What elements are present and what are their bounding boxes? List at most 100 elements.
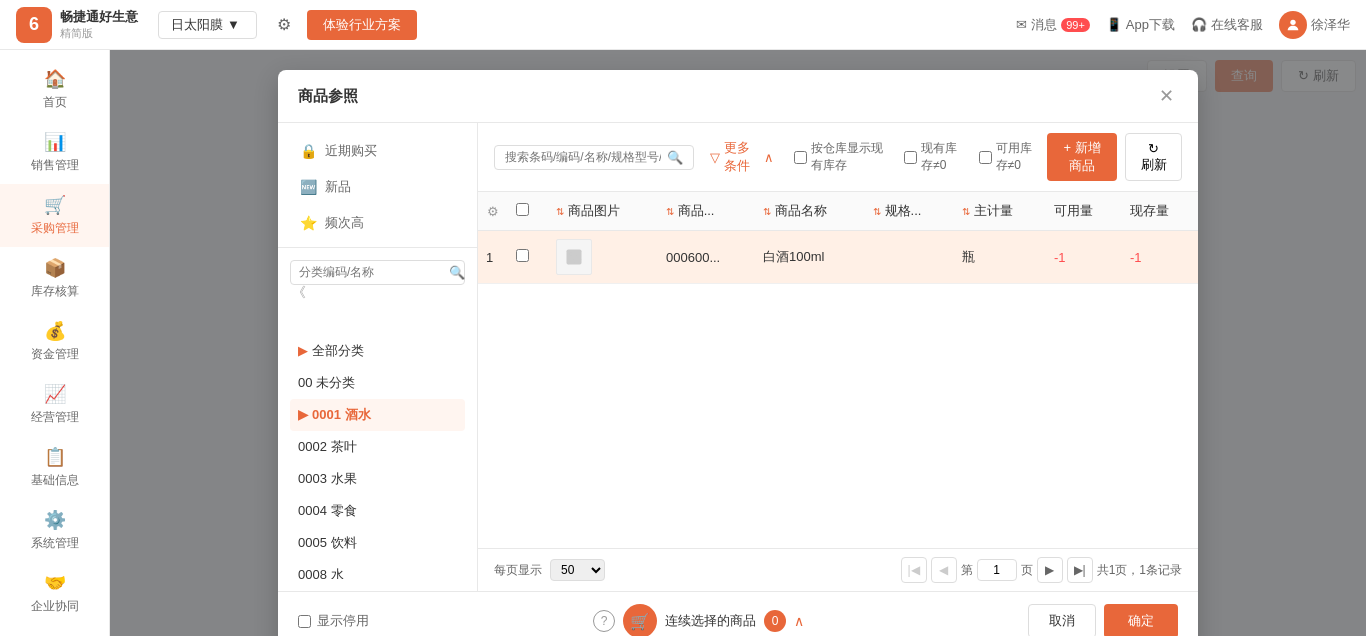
spec-column-header[interactable]: ⇅ 规格... bbox=[865, 192, 954, 231]
category-water[interactable]: 0008 水 bbox=[290, 559, 465, 579]
modal-right-panel: 🔍 ▽ 更多条件 ∧ 按仓库显示现有库存 bbox=[478, 123, 1198, 591]
quick-btn-new[interactable]: 🆕 新品 bbox=[290, 171, 465, 203]
checkbox-nonzero-input[interactable] bbox=[904, 151, 917, 164]
checkbox-warehouse-input[interactable] bbox=[794, 151, 807, 164]
category-search-input[interactable] bbox=[299, 265, 449, 279]
checkbox-available-stock[interactable]: 可用库存≠0 bbox=[979, 140, 1040, 174]
basic-icon: 📋 bbox=[44, 446, 66, 468]
quick-btn-recent-label: 近期购买 bbox=[325, 142, 377, 160]
sidebar-item-enterprise[interactable]: 🤝 企业协同 bbox=[0, 562, 109, 625]
sidebar-label-basic: 基础信息 bbox=[31, 472, 79, 489]
modal-title: 商品参照 bbox=[298, 87, 358, 106]
confirm-button[interactable]: 确定 bbox=[1104, 604, 1178, 636]
main-layout: 🏠 首页 📊 销售管理 🛒 采购管理 📦 库存核算 💰 资金管理 📈 经营管理 … bbox=[0, 50, 1366, 636]
logo-area: 6 畅捷通好生意 精简版 bbox=[16, 7, 138, 43]
quick-btns-group: 🔒 近期购买 🆕 新品 ⭐ 频次高 bbox=[278, 135, 477, 239]
online-service-label: 在线客服 bbox=[1211, 16, 1263, 34]
category-beverage[interactable]: 0005 饮料 bbox=[290, 527, 465, 559]
show-disabled-label[interactable]: 显示停用 bbox=[298, 612, 369, 630]
img-column-header[interactable]: ⇅ 商品图片 bbox=[548, 192, 658, 231]
checkbox-nonzero-stock[interactable]: 现有库存≠0 bbox=[904, 140, 965, 174]
sidebar-item-business[interactable]: 📈 经营管理 bbox=[0, 373, 109, 436]
help-icon[interactable]: ? bbox=[593, 610, 615, 632]
app-download-label: App下载 bbox=[1126, 16, 1175, 34]
row-checkbox[interactable] bbox=[516, 249, 529, 262]
refresh-button[interactable]: ↻ 刷新 bbox=[1125, 133, 1182, 181]
available-column-header[interactable]: 可用量 bbox=[1046, 192, 1122, 231]
checkbox-nonzero-label: 现有库存≠0 bbox=[921, 140, 965, 174]
checkbox-warehouse-stock[interactable]: 按仓库显示现有库存 bbox=[794, 140, 891, 174]
top-nav: 6 畅捷通好生意 精简版 日太阳膜 ▼ ⚙ 体验行业方案 ✉ 消息 99+ 📱 … bbox=[0, 0, 1366, 50]
category-tea[interactable]: 0002 茶叶 bbox=[290, 431, 465, 463]
checkbox-column-header[interactable] bbox=[508, 192, 548, 231]
sidebar-item-finance[interactable]: 💰 资金管理 bbox=[0, 310, 109, 373]
category-search-box[interactable]: 🔍 bbox=[290, 260, 465, 285]
checkbox-available-label: 可用库存≠0 bbox=[996, 140, 1040, 174]
gear-column-header[interactable]: ⚙ bbox=[478, 192, 508, 231]
arrow-right-active-icon: ▶ bbox=[298, 407, 308, 422]
quick-btn-frequent[interactable]: ⭐ 频次高 bbox=[290, 207, 465, 239]
sidebar-item-system[interactable]: ⚙️ 系统管理 bbox=[0, 499, 109, 562]
store-selector[interactable]: 日太阳膜 ▼ bbox=[158, 11, 257, 39]
app-download-button[interactable]: 📱 App下载 bbox=[1106, 16, 1175, 34]
category-fruit[interactable]: 0003 水果 bbox=[290, 463, 465, 495]
last-page-btn[interactable]: ▶| bbox=[1067, 557, 1093, 583]
row-spec-cell bbox=[865, 231, 954, 284]
prev-page-btn[interactable]: ◀ bbox=[931, 557, 957, 583]
collapse-footer-icon[interactable]: ∧ bbox=[794, 613, 804, 629]
next-page-btn[interactable]: ▶ bbox=[1037, 557, 1063, 583]
sidebar-item-home[interactable]: 🏠 首页 bbox=[0, 58, 109, 121]
online-service-button[interactable]: 🎧 在线客服 bbox=[1191, 16, 1263, 34]
page-size-label: 每页显示 bbox=[494, 562, 542, 579]
page-total: 共1页，1条记录 bbox=[1097, 562, 1182, 579]
product-search-input[interactable] bbox=[505, 150, 661, 164]
trial-button[interactable]: 体验行业方案 bbox=[307, 10, 417, 40]
add-product-button[interactable]: + 新增商品 bbox=[1047, 133, 1117, 181]
category-uncategorized[interactable]: 00 未分类 bbox=[290, 367, 465, 399]
name-col-sort-icon: ⇅ bbox=[763, 206, 771, 217]
inventory-icon: 📦 bbox=[44, 257, 66, 279]
product-search-bar[interactable]: 🔍 bbox=[494, 145, 694, 170]
page-suffix: 页 bbox=[1021, 562, 1033, 579]
cancel-button[interactable]: 取消 bbox=[1028, 604, 1096, 636]
pagination-bar: 每页显示 50 10 20 100 |◀ ◀ 第 1 bbox=[478, 548, 1198, 591]
collapse-panel-btn[interactable]: 《 bbox=[290, 276, 306, 310]
checkbox-available-input[interactable] bbox=[979, 151, 992, 164]
messages-button[interactable]: ✉ 消息 99+ bbox=[1016, 16, 1090, 34]
modal-header: 商品参照 ✕ bbox=[278, 70, 1198, 123]
code-column-header[interactable]: ⇅ 商品... bbox=[658, 192, 755, 231]
sidebar-item-inventory[interactable]: 📦 库存核算 bbox=[0, 247, 109, 310]
modal-close-button[interactable]: ✕ bbox=[1154, 84, 1178, 108]
show-disabled-checkbox[interactable] bbox=[298, 615, 311, 628]
logo-text: 畅捷通好生意 精简版 bbox=[60, 8, 138, 41]
select-all-checkbox[interactable] bbox=[516, 203, 529, 216]
user-area[interactable]: 徐泽华 bbox=[1279, 11, 1350, 39]
sidebar-label-inventory: 库存核算 bbox=[31, 283, 79, 300]
home-icon: 🏠 bbox=[44, 68, 66, 90]
lock-icon: 🔒 bbox=[300, 143, 317, 159]
page-size-select[interactable]: 50 10 20 100 bbox=[550, 559, 605, 581]
row-checkbox-cell[interactable] bbox=[508, 231, 548, 284]
filter-more-btn[interactable]: ▽ 更多条件 ∧ bbox=[702, 135, 782, 179]
settings-icon[interactable]: ⚙ bbox=[269, 10, 299, 40]
checkbox-group: 按仓库显示现有库存 现有库存≠0 可用库存≠0 bbox=[794, 140, 1040, 174]
messages-label: 消息 bbox=[1031, 16, 1057, 34]
sidebar-item-sales[interactable]: 📊 销售管理 bbox=[0, 121, 109, 184]
selected-text: 连续选择的商品 bbox=[665, 612, 756, 630]
row-code-cell: 000600... bbox=[658, 231, 755, 284]
name-column-header[interactable]: ⇅ 商品名称 bbox=[755, 192, 865, 231]
category-liquor[interactable]: ▶ 0001 酒水 bbox=[290, 399, 465, 431]
sidebar-item-basic[interactable]: 📋 基础信息 bbox=[0, 436, 109, 499]
page-number-input[interactable]: 1 bbox=[977, 559, 1017, 581]
svg-point-2 bbox=[570, 253, 573, 256]
cart-icon-btn[interactable]: 🛒 bbox=[623, 604, 657, 636]
unit-column-header[interactable]: ⇅ 主计量 bbox=[954, 192, 1046, 231]
sidebar-item-guide[interactable]: 🎯 新手引导 bbox=[0, 625, 109, 636]
sidebar-item-purchase[interactable]: 🛒 采购管理 bbox=[0, 184, 109, 247]
category-all[interactable]: ▶ 全部分类 bbox=[290, 335, 465, 367]
first-page-btn[interactable]: |◀ bbox=[901, 557, 927, 583]
table-row[interactable]: 1 bbox=[478, 231, 1198, 284]
category-snack[interactable]: 0004 零食 bbox=[290, 495, 465, 527]
checkbox-warehouse-label: 按仓库显示现有库存 bbox=[811, 140, 891, 174]
quick-btn-recent[interactable]: 🔒 近期购买 bbox=[290, 135, 465, 167]
